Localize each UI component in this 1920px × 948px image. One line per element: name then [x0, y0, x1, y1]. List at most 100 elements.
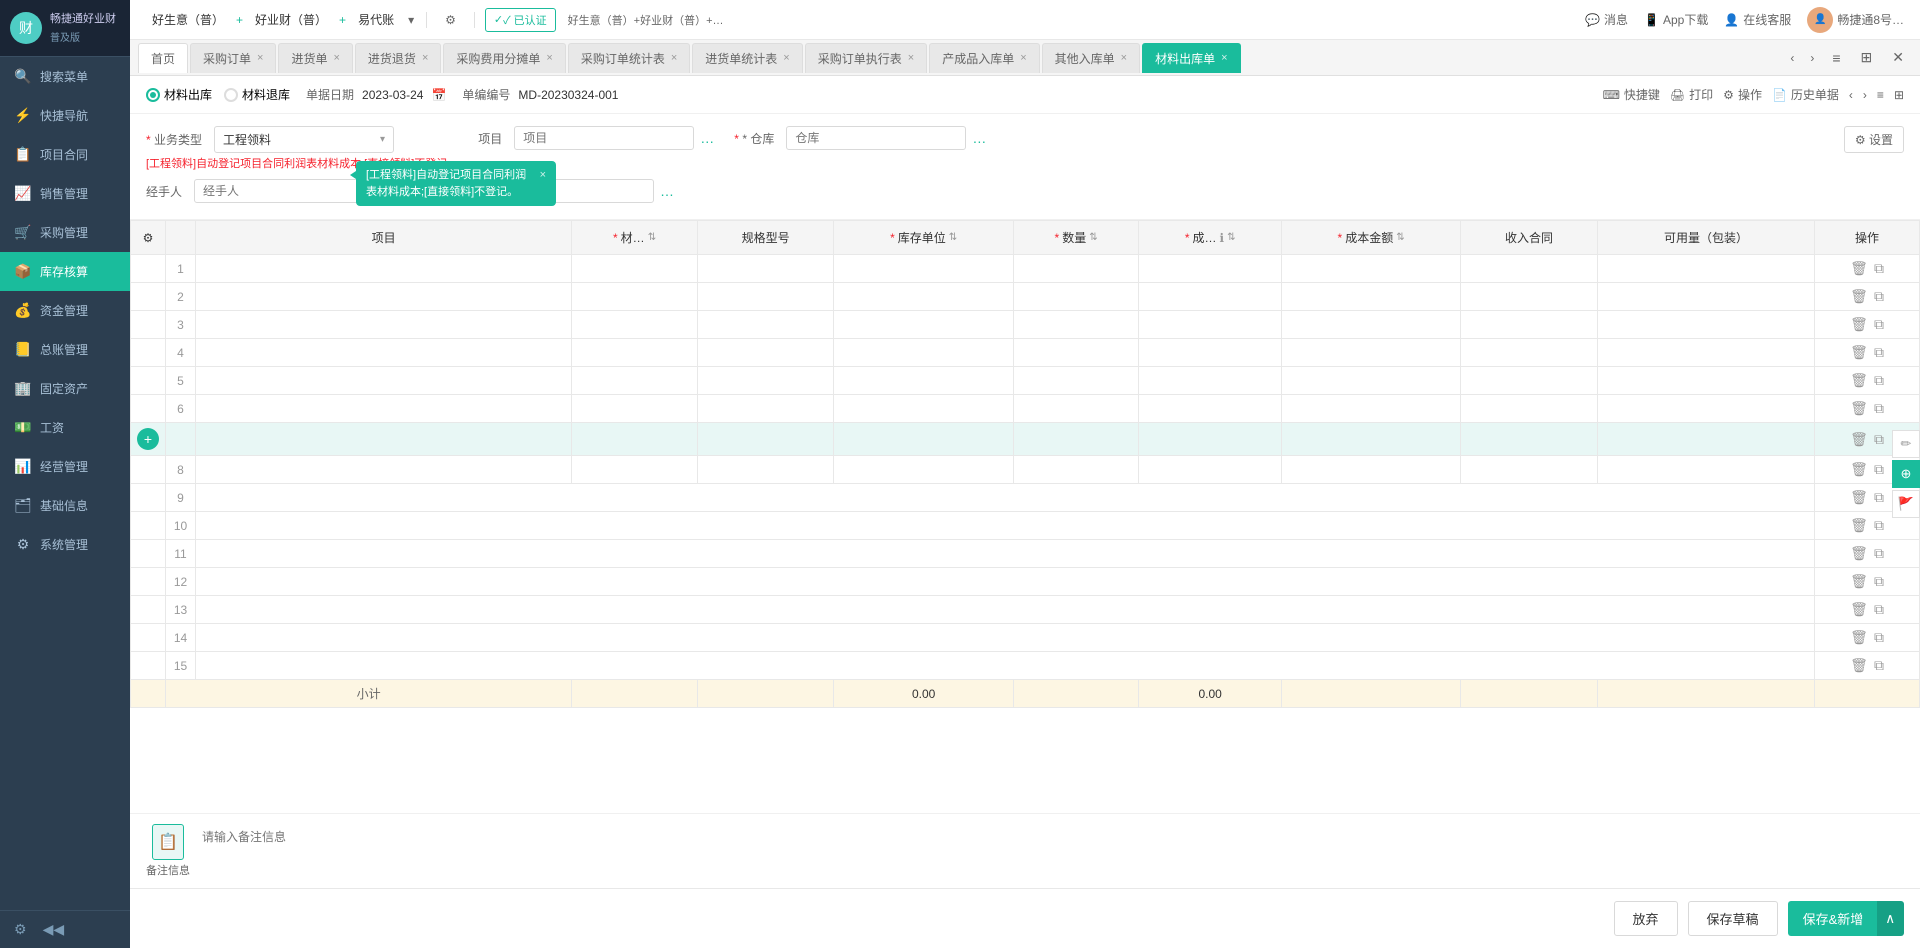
- td-cost-amount[interactable]: [1281, 367, 1460, 395]
- handler-input[interactable]: [194, 179, 374, 203]
- td-cost[interactable]: [1139, 339, 1282, 367]
- tab-close-material-outbound[interactable]: ×: [1221, 52, 1227, 64]
- td-active-input1[interactable]: [166, 423, 196, 456]
- topbar-certified2[interactable]: 好生意（普）+好业财（普）+…: [562, 8, 730, 32]
- td-active-empty2[interactable]: [697, 423, 834, 456]
- td-warehouse-unit[interactable]: [834, 311, 1013, 339]
- tab-inbound[interactable]: 进货单 ×: [278, 43, 352, 73]
- save-draft-button[interactable]: 保存草稿: [1688, 901, 1778, 936]
- topbar-settings-icon[interactable]: ⚙: [437, 9, 464, 31]
- td-cost[interactable]: [1139, 283, 1282, 311]
- td-cost-amount[interactable]: [1281, 311, 1460, 339]
- tab-close-purchase-stat[interactable]: ×: [671, 52, 677, 64]
- row-copy-btn[interactable]: ⧉: [1874, 260, 1884, 277]
- td-available[interactable]: [1597, 456, 1814, 484]
- th-cost-amount-sort[interactable]: ⇅: [1396, 232, 1404, 243]
- td-quantity[interactable]: [1013, 395, 1139, 423]
- td-active-empty8[interactable]: [1597, 423, 1814, 456]
- tab-purchase-fee[interactable]: 采购费用分摊单 ×: [443, 43, 565, 73]
- radio-return[interactable]: 材料退库: [224, 86, 290, 103]
- td-income-contract[interactable]: [1461, 311, 1598, 339]
- td-available[interactable]: [1597, 311, 1814, 339]
- topbar-yidaili[interactable]: 易代账: [352, 7, 400, 32]
- td-project[interactable]: [196, 311, 572, 339]
- td-cost[interactable]: [1139, 311, 1282, 339]
- td-material[interactable]: [572, 311, 698, 339]
- tab-close-purchase-exec[interactable]: ×: [908, 52, 914, 64]
- sidebar-item-basic[interactable]: 🗂 基础信息: [0, 486, 130, 525]
- tab-purchase-order[interactable]: 采购订单 ×: [190, 43, 276, 73]
- warehouse-dots[interactable]: …: [972, 130, 986, 146]
- tab-listview-btn[interactable]: ≡: [1824, 46, 1848, 70]
- sidebar-item-salary[interactable]: 💵 工资: [0, 408, 130, 447]
- view-list-btn[interactable]: ≡: [1877, 88, 1884, 102]
- td-project[interactable]: [196, 283, 572, 311]
- td-cost-amount[interactable]: [1281, 339, 1460, 367]
- tab-inbound-stat[interactable]: 进货单统计表 ×: [692, 43, 802, 73]
- topbar-haoshengyi[interactable]: 好生意（普）: [146, 7, 230, 32]
- td-quantity[interactable]: [1013, 255, 1139, 283]
- row-copy-btn[interactable]: ⧉: [1874, 657, 1884, 674]
- sidebar-item-assets[interactable]: 🏢 固定资产: [0, 369, 130, 408]
- sidebar-item-ops[interactable]: 📊 经营管理: [0, 447, 130, 486]
- row-delete-btn[interactable]: 🗑: [1850, 657, 1868, 674]
- td-quantity[interactable]: [1013, 283, 1139, 311]
- td-spec[interactable]: [697, 311, 834, 339]
- row-delete-btn[interactable]: 🗑: [1850, 517, 1868, 534]
- td-quantity[interactable]: [1013, 339, 1139, 367]
- topbar-online-service[interactable]: 👤 在线客服: [1724, 11, 1791, 28]
- td-warehouse-unit[interactable]: [834, 395, 1013, 423]
- tab-inbound-return[interactable]: 进货退货 ×: [355, 43, 441, 73]
- warehouse-input[interactable]: [786, 126, 966, 150]
- td-cost[interactable]: [1139, 456, 1282, 484]
- td-material[interactable]: [572, 339, 698, 367]
- td-active-empty3[interactable]: [834, 423, 1013, 456]
- td-warehouse-unit[interactable]: [834, 367, 1013, 395]
- tab-close-inbound[interactable]: ×: [333, 52, 339, 64]
- history-btn[interactable]: 📄 历史单据: [1772, 86, 1839, 103]
- tab-close-all-btn[interactable]: ✕: [1884, 45, 1912, 70]
- row-copy-btn[interactable]: ⧉: [1874, 344, 1884, 361]
- topbar-plus2[interactable]: +: [339, 13, 346, 27]
- print-btn[interactable]: 🖨 打印: [1670, 86, 1713, 103]
- td-quantity[interactable]: [1013, 367, 1139, 395]
- tab-prev-btn[interactable]: ‹: [1784, 47, 1800, 69]
- right-tool-flag[interactable]: 🚩: [1892, 490, 1920, 518]
- td-active-empty7[interactable]: [1461, 423, 1598, 456]
- topbar-dropdown-btn[interactable]: ▾: [406, 9, 416, 31]
- td-income-contract[interactable]: [1461, 367, 1598, 395]
- td-project[interactable]: [196, 255, 572, 283]
- topbar-message[interactable]: 💬 消息: [1585, 11, 1628, 28]
- row-delete-btn[interactable]: 🗑: [1850, 316, 1868, 333]
- td-active-empty5[interactable]: [1139, 423, 1282, 456]
- row-copy-btn[interactable]: ⧉: [1874, 545, 1884, 562]
- sidebar-item-project[interactable]: 📋 项目合同: [0, 135, 130, 174]
- td-spec[interactable]: [697, 339, 834, 367]
- tab-other-inbound[interactable]: 其他入库单 ×: [1042, 43, 1140, 73]
- th-quantity-sort[interactable]: ⇅: [1089, 232, 1097, 243]
- radio-outbound[interactable]: 材料出库: [146, 86, 212, 103]
- row-delete-btn[interactable]: 🗑: [1850, 288, 1868, 305]
- shortcut-btn[interactable]: ⌨ 快捷键: [1603, 86, 1660, 103]
- row-delete-btn[interactable]: 🗑: [1850, 545, 1868, 562]
- td-material[interactable]: [572, 367, 698, 395]
- td-warehouse-unit[interactable]: [834, 283, 1013, 311]
- row-copy-btn[interactable]: ⧉: [1874, 489, 1884, 506]
- td-project[interactable]: [196, 339, 572, 367]
- tab-close-purchase-fee[interactable]: ×: [546, 52, 552, 64]
- tab-product-inbound[interactable]: 产成品入库单 ×: [929, 43, 1039, 73]
- row-copy-btn[interactable]: ⧉: [1874, 629, 1884, 646]
- td-cost[interactable]: [1139, 367, 1282, 395]
- sidebar-item-purchase[interactable]: 🛒 采购管理: [0, 213, 130, 252]
- page-nav-prev[interactable]: ‹: [1849, 88, 1853, 102]
- settings-btn[interactable]: ⚙ 设置: [1844, 126, 1904, 153]
- td-active-empty[interactable]: [572, 423, 698, 456]
- project-dots[interactable]: …: [700, 130, 714, 146]
- td-material[interactable]: [572, 456, 698, 484]
- tab-purchase-exec[interactable]: 采购订单执行表 ×: [805, 43, 927, 73]
- td-income-contract[interactable]: [1461, 339, 1598, 367]
- row-copy-btn[interactable]: ⧉: [1874, 461, 1884, 478]
- sidebar-item-ledger[interactable]: 📒 总账管理: [0, 330, 130, 369]
- td-project[interactable]: [196, 456, 572, 484]
- th-cost-sort[interactable]: ⇅: [1227, 232, 1235, 243]
